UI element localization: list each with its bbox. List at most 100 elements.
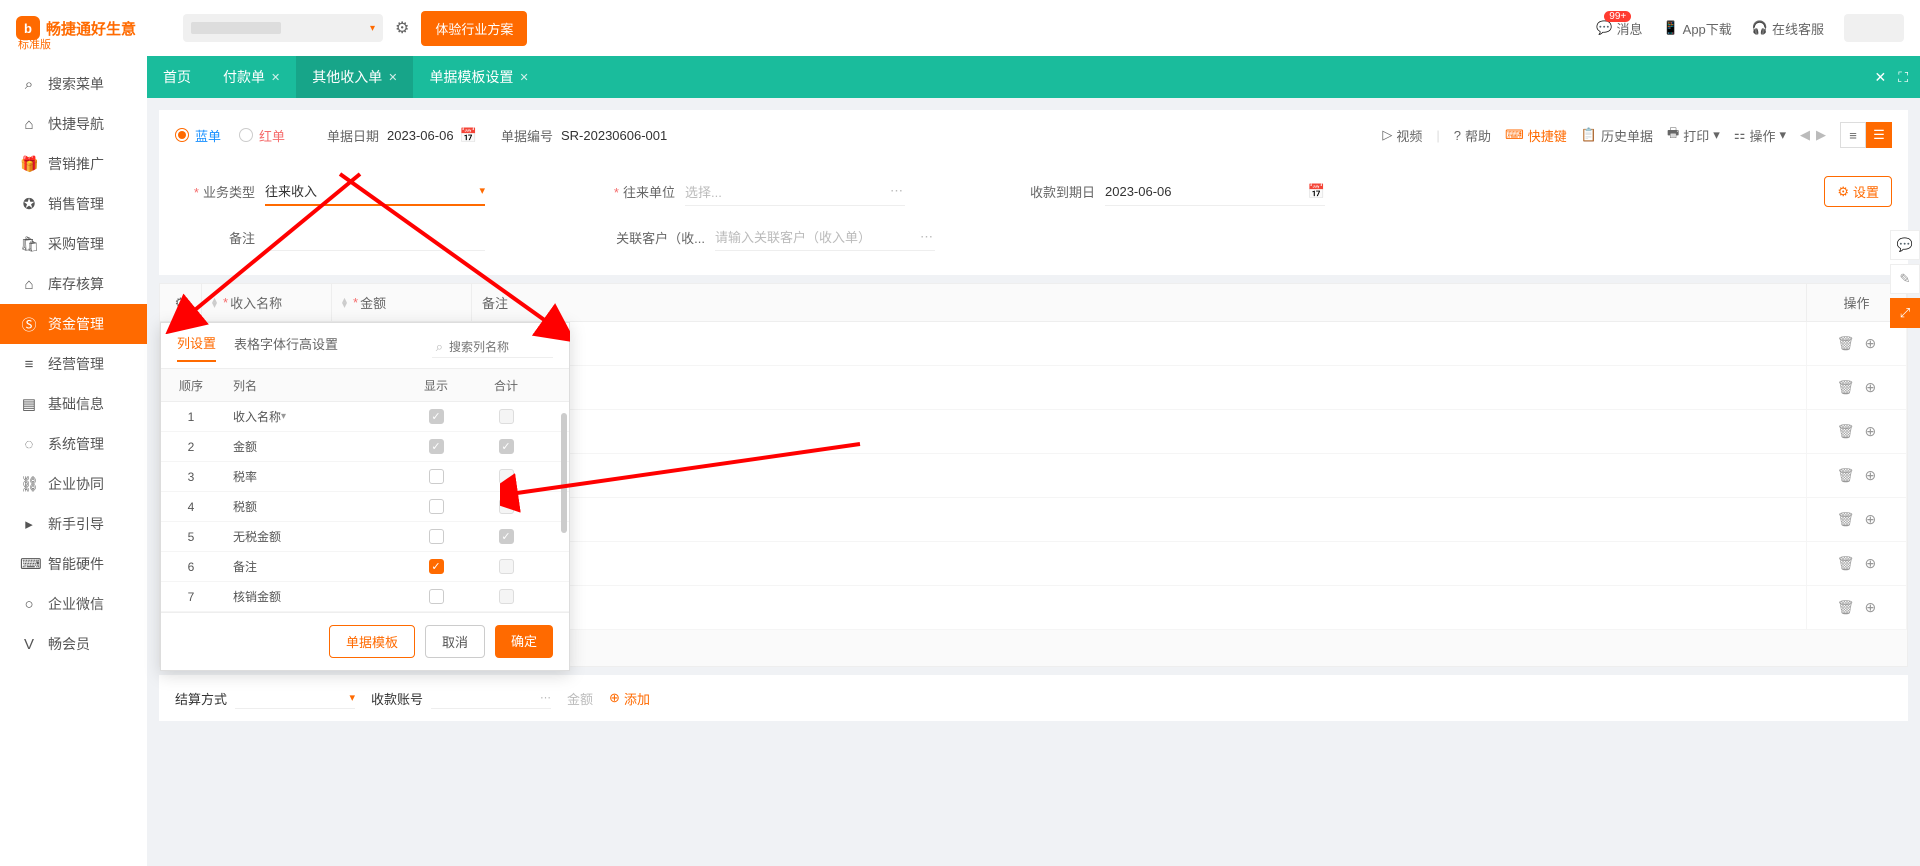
delete-icon[interactable]: 🗑 — [1837, 599, 1855, 616]
popup-tab-font[interactable]: 表格字体行高设置 — [234, 334, 338, 361]
sidebar-item[interactable]: ✪销售管理 — [0, 184, 147, 224]
biz-type-input[interactable]: 往来收入 ▾ — [265, 177, 485, 206]
th-income-name[interactable]: ▴▾ *收入名称 — [202, 284, 332, 321]
fullscreen-icon[interactable]: ⛶ — [1898, 69, 1908, 86]
tab[interactable]: 付款单✕ — [207, 56, 296, 98]
th-remark[interactable]: 备注 — [472, 284, 1807, 321]
party-input[interactable]: 选择... ⋯ — [685, 178, 905, 206]
settle-method-label: 结算方式 — [175, 689, 227, 708]
copy-icon[interactable]: ⊕ — [1865, 555, 1877, 572]
message-icon: 💬 — [1596, 20, 1612, 36]
ok-button[interactable]: 确定 — [495, 625, 553, 658]
prev-icon[interactable]: ◀ — [1800, 127, 1810, 143]
scrollbar[interactable] — [561, 413, 567, 533]
tab[interactable]: 其他收入单✕ — [296, 56, 413, 98]
close-icon[interactable]: ✕ — [519, 71, 528, 84]
user-avatar[interactable] — [1844, 14, 1904, 42]
view-list-icon[interactable]: ≡ — [1840, 122, 1866, 148]
copy-icon[interactable]: ⊕ — [1865, 335, 1877, 352]
biz-type-label: *业务类型 — [175, 182, 265, 201]
doc-date-value[interactable]: 2023-06-06 — [387, 128, 454, 143]
remark-input[interactable] — [265, 223, 485, 251]
shortcut-link[interactable]: ⌨ 快捷键 — [1505, 126, 1567, 145]
print-link[interactable]: 🖶 打印 ▾ — [1667, 124, 1720, 146]
sidebar-item[interactable]: V畅会员 — [0, 624, 147, 664]
history-link[interactable]: 📋 历史单据 — [1581, 126, 1653, 145]
sidebar-item[interactable]: ⛓企业协同 — [0, 464, 147, 504]
checkbox-icon[interactable] — [429, 469, 444, 484]
float-expand-icon[interactable]: ⤢ — [1890, 298, 1920, 328]
tab[interactable]: 首页 — [147, 56, 207, 98]
delete-icon[interactable]: 🗑 — [1837, 511, 1855, 528]
sidebar-item[interactable]: ⌂快捷导航 — [0, 104, 147, 144]
float-edit-icon[interactable]: ✎ — [1890, 264, 1920, 294]
operate-link[interactable]: ⚏ 操作 ▾ — [1734, 126, 1786, 145]
help-link[interactable]: ? 帮助 — [1454, 126, 1491, 145]
checkbox-icon[interactable]: ✓ — [499, 529, 514, 544]
sidebar-item[interactable]: ≡经营管理 — [0, 344, 147, 384]
checkbox-icon[interactable]: ✓ — [429, 439, 444, 454]
copy-icon[interactable]: ⊕ — [1865, 423, 1877, 440]
add-button[interactable]: ⊕ 添加 — [609, 689, 650, 708]
sidebar-item[interactable]: ▸新手引导 — [0, 504, 147, 544]
checkbox-icon[interactable] — [429, 529, 444, 544]
sidebar-item[interactable]: ⌂库存核算 — [0, 264, 147, 304]
delete-icon[interactable]: 🗑 — [1837, 555, 1855, 572]
online-service-link[interactable]: 🎧 在线客服 — [1752, 19, 1824, 38]
delete-icon[interactable]: 🗑 — [1837, 423, 1855, 440]
checkbox-icon[interactable]: ✓ — [429, 409, 444, 424]
messages-link[interactable]: 💬 消息 99+ — [1596, 19, 1642, 38]
tab[interactable]: 单据模板设置✕ — [413, 56, 544, 98]
copy-icon[interactable]: ⊕ — [1865, 379, 1877, 396]
ellipsis-icon[interactable]: ⋯ — [920, 229, 935, 245]
sidebar-item[interactable]: ○企业微信 — [0, 584, 147, 624]
float-chat-icon[interactable]: 💬 — [1890, 230, 1920, 260]
org-selector[interactable]: ▾ — [183, 14, 383, 42]
copy-icon[interactable]: ⊕ — [1865, 599, 1877, 616]
calendar-icon[interactable]: 📅 — [1308, 183, 1325, 200]
popup-tab-columns[interactable]: 列设置 — [177, 333, 216, 362]
sidebar-item[interactable]: 🎁营销推广 — [0, 144, 147, 184]
related-input[interactable]: 请输入关联客户（收入单） ⋯ — [715, 223, 935, 251]
sidebar-item[interactable]: ⌨智能硬件 — [0, 544, 147, 584]
checkbox-icon[interactable] — [429, 589, 444, 604]
app-download-link[interactable]: 📱 App下载 — [1662, 19, 1731, 38]
copy-icon[interactable]: ⊕ — [1865, 467, 1877, 484]
close-icon[interactable]: ✕ — [271, 71, 280, 84]
calendar-icon[interactable]: 📅 — [460, 127, 477, 144]
settings-button[interactable]: ⚙ 设置 — [1824, 176, 1892, 207]
delete-icon[interactable]: 🗑 — [1837, 379, 1855, 396]
settle-method-input[interactable]: ▾ — [235, 687, 355, 709]
radio-red[interactable]: 红单 — [239, 126, 285, 145]
popup-search-input[interactable] — [449, 340, 549, 354]
view-card-icon[interactable]: ☰ — [1866, 122, 1892, 148]
account-input[interactable]: ⋯ — [431, 687, 551, 709]
cancel-button[interactable]: 取消 — [425, 625, 485, 658]
radio-blue[interactable]: 蓝单 — [175, 126, 221, 145]
copy-icon[interactable]: ⊕ — [1865, 511, 1877, 528]
th-amount[interactable]: ▴▾ *金额 — [332, 284, 472, 321]
settings-gear-icon[interactable]: ⚙ — [395, 18, 409, 38]
close-icon[interactable]: ✕ — [388, 71, 397, 84]
sidebar-item[interactable]: Ⓢ资金管理 — [0, 304, 147, 344]
due-date-input[interactable]: 2023-06-06 📅 — [1105, 178, 1325, 206]
video-link[interactable]: ▷ 视频 — [1382, 126, 1422, 145]
experience-button[interactable]: 体验行业方案 — [421, 11, 527, 46]
checkbox-icon[interactable]: ✓ — [499, 439, 514, 454]
delete-icon[interactable]: 🗑 — [1837, 335, 1855, 352]
next-icon[interactable]: ▶ — [1816, 127, 1826, 143]
column-settings-gear[interactable]: ⚙ — [160, 284, 202, 321]
checkbox-icon[interactable] — [429, 499, 444, 514]
delete-icon[interactable]: 🗑 — [1837, 467, 1855, 484]
sort-icon: ▴▾ — [342, 298, 347, 308]
checkbox-icon[interactable]: ✓ — [429, 559, 444, 574]
sidebar-item[interactable]: ◌系统管理 — [0, 424, 147, 464]
popup-search[interactable]: ⌕ — [432, 337, 553, 358]
close-all-icon[interactable]: ✕ — [1874, 69, 1886, 86]
sidebar-item[interactable]: ▤基础信息 — [0, 384, 147, 424]
sidebar-item[interactable]: 🛍采购管理 — [0, 224, 147, 264]
sidebar-item[interactable]: ⌕搜索菜单 — [0, 64, 147, 104]
radio-icon — [175, 128, 189, 142]
template-button[interactable]: 单据模板 — [329, 625, 415, 658]
ellipsis-icon[interactable]: ⋯ — [890, 183, 905, 199]
